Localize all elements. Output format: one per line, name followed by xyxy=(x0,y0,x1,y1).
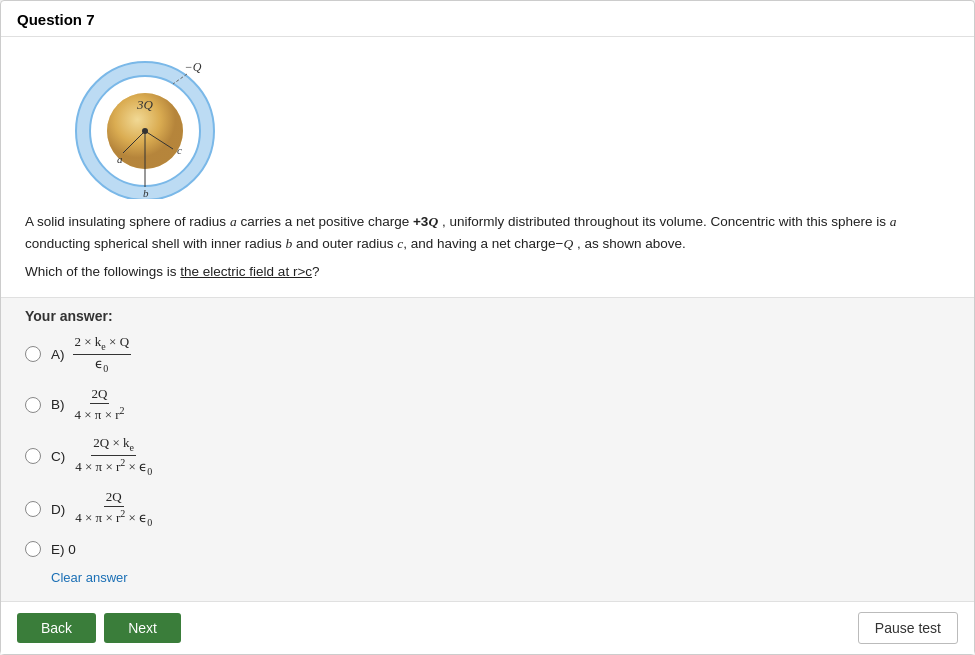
question-title: Question 7 xyxy=(17,11,95,28)
option-b-radio[interactable] xyxy=(25,397,41,413)
option-c-fraction: 2Q × ke 4 × π × r2 × ϵ0 xyxy=(73,435,154,478)
option-d-label: D) 2Q 4 × π × r2 × ϵ0 xyxy=(51,489,154,529)
answer-label: Your answer: xyxy=(25,308,950,324)
svg-text:3Q: 3Q xyxy=(136,97,154,112)
footer-left: Back Next xyxy=(17,613,181,643)
option-c-radio[interactable] xyxy=(25,448,41,464)
clear-answer-link[interactable]: Clear answer xyxy=(51,570,128,585)
svg-text:b: b xyxy=(143,187,149,199)
question-body: 3Q −Q a b c A solid insulating sphere of… xyxy=(1,37,974,297)
option-b-fraction: 2Q 4 × π × r2 xyxy=(73,386,127,423)
option-a-label: A) 2 × ke × Q ϵ0 xyxy=(51,334,131,374)
next-button[interactable]: Next xyxy=(104,613,181,643)
pause-button[interactable]: Pause test xyxy=(858,612,958,644)
svg-text:a: a xyxy=(117,153,123,165)
option-b-label: B) 2Q 4 × π × r2 xyxy=(51,386,127,423)
answer-section: Your answer: A) 2 × ke × Q ϵ0 B) 2Q 4 × … xyxy=(1,297,974,601)
option-a-fraction: 2 × ke × Q ϵ0 xyxy=(73,334,132,374)
question-header: Question 7 xyxy=(1,1,974,37)
option-e-row[interactable]: E) 0 xyxy=(25,541,950,557)
option-c-label: C) 2Q × ke 4 × π × r2 × ϵ0 xyxy=(51,435,154,478)
option-d-fraction: 2Q 4 × π × r2 × ϵ0 xyxy=(73,489,154,529)
question-text: A solid insulating sphere of radius a ca… xyxy=(25,211,950,254)
option-e-label: E) 0 xyxy=(51,542,80,557)
diagram-container: 3Q −Q a b c xyxy=(65,49,950,199)
physics-diagram: 3Q −Q a b c xyxy=(65,49,225,199)
svg-text:−Q: −Q xyxy=(185,60,202,74)
option-a-radio[interactable] xyxy=(25,346,41,362)
option-d-radio[interactable] xyxy=(25,501,41,517)
option-b-row[interactable]: B) 2Q 4 × π × r2 xyxy=(25,386,950,423)
option-c-row[interactable]: C) 2Q × ke 4 × π × r2 × ϵ0 xyxy=(25,435,950,478)
svg-text:c: c xyxy=(177,144,182,156)
option-e-radio[interactable] xyxy=(25,541,41,557)
footer: Back Next Pause test xyxy=(1,601,974,654)
main-window: Question 7 xyxy=(0,0,975,655)
option-d-row[interactable]: D) 2Q 4 × π × r2 × ϵ0 xyxy=(25,489,950,529)
option-a-row[interactable]: A) 2 × ke × Q ϵ0 xyxy=(25,334,950,374)
back-button[interactable]: Back xyxy=(17,613,96,643)
question-sub: Which of the followings is the electric … xyxy=(25,264,950,279)
